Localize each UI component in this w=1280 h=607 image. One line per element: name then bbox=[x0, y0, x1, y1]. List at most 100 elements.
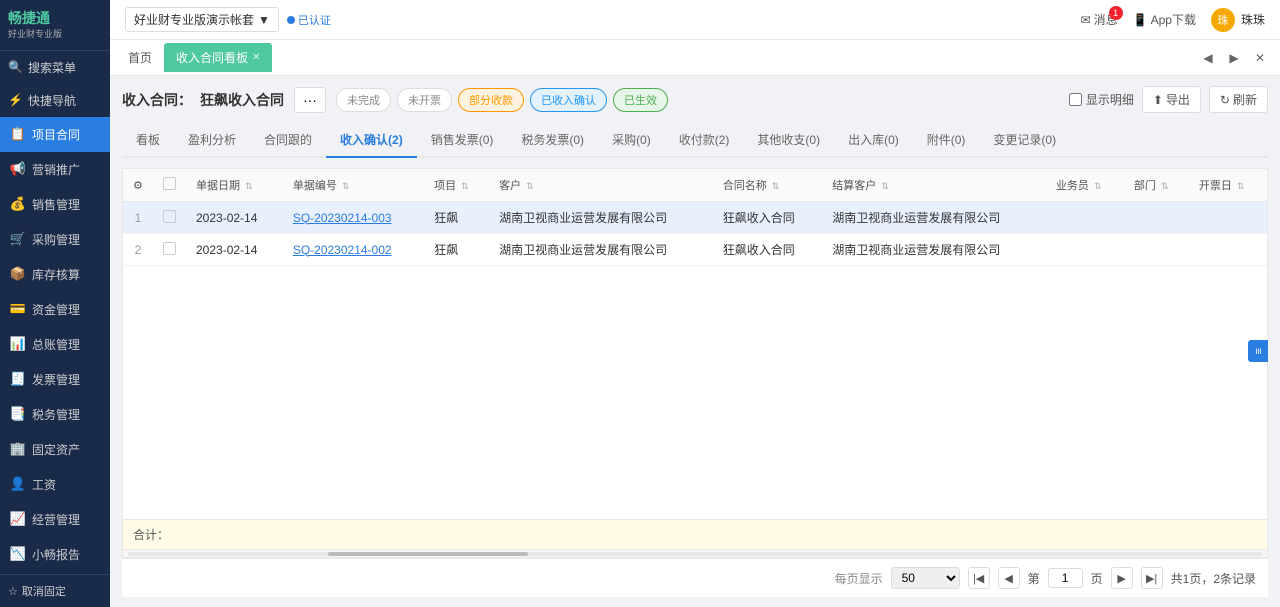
table-row[interactable]: 1 2023-02-14 SQ-20230214-003 狂飙 湖南卫视商业运营… bbox=[123, 202, 1267, 234]
horizontal-scrollbar[interactable] bbox=[123, 549, 1267, 557]
tab-profit[interactable]: 盈利分析 bbox=[174, 123, 250, 158]
export-icon: ⬆ bbox=[1153, 93, 1163, 107]
topbar-right: ✉ 消息 1 📱 App下载 珠 珠珠 bbox=[1081, 8, 1265, 32]
th-contract: 合同名称 ⇅ bbox=[713, 169, 822, 202]
tab-income-confirm[interactable]: 收入确认(2) bbox=[326, 123, 417, 158]
last-page-btn[interactable]: ▶| bbox=[1141, 567, 1163, 589]
row-contract-1: 狂飙收入合同 bbox=[713, 202, 822, 234]
company-selector[interactable]: 好业财专业版演示帐套 ▼ bbox=[125, 7, 279, 32]
per-page-select[interactable]: 50 100 200 bbox=[891, 567, 960, 589]
sidebar-item-hr[interactable]: 👤 工资 bbox=[0, 467, 110, 502]
sidebar-nav: 📋 项目合同 📢 营销推广 💰 销售管理 🛒 采购管理 📦 库存核算 💳 bbox=[0, 117, 110, 574]
sidebar-item-sales[interactable]: 💰 销售管理 bbox=[0, 187, 110, 222]
sidebar-item-report[interactable]: 📉 小畅报告 bbox=[0, 537, 110, 572]
next-page-btn[interactable]: ▶ bbox=[1111, 567, 1133, 589]
message-icon: ✉ bbox=[1081, 13, 1091, 27]
tab-sales-invoice[interactable]: 销售发票(0) bbox=[417, 123, 508, 158]
th-invoice-date: 开票日 ⇅ bbox=[1189, 169, 1267, 202]
tab-purchase[interactable]: 采购(0) bbox=[598, 123, 665, 158]
contract-title-name: 狂飙收入合同 bbox=[200, 90, 284, 110]
table-header-row: ⚙ 单据日期 ⇅ bbox=[123, 169, 1267, 202]
tabbar-controls: ◀ ▶ ✕ bbox=[1198, 48, 1270, 68]
tab-close-icon[interactable]: ✕ bbox=[252, 52, 260, 63]
refresh-button[interactable]: ↻ 刷新 bbox=[1209, 86, 1268, 113]
contract-tab[interactable]: 收入合同看板 ✕ bbox=[164, 43, 272, 72]
status-uninvoiced[interactable]: 未开票 bbox=[397, 88, 452, 112]
row-docnum-1[interactable]: SQ-20230214-003 bbox=[283, 202, 424, 234]
user-avatar: 珠 bbox=[1211, 8, 1235, 32]
sidebar-item-biz[interactable]: 📈 经营管理 bbox=[0, 502, 110, 537]
tab-label: 收入合同看板 bbox=[176, 49, 248, 66]
status-buttons: 未完成 未开票 部分收款 已收入确认 已生效 bbox=[336, 88, 668, 112]
tab-next-btn[interactable]: ▶ bbox=[1224, 48, 1244, 68]
logo-sub: 好业财专业版 bbox=[8, 27, 62, 40]
th-docnum: 单据编号 ⇅ bbox=[283, 169, 424, 202]
sidebar-item-marketing[interactable]: 📢 营销推广 bbox=[0, 152, 110, 187]
row-department-1 bbox=[1124, 202, 1189, 234]
tax-icon: 📑 bbox=[10, 406, 26, 422]
home-tab[interactable]: 首页 bbox=[120, 43, 160, 72]
more-button[interactable]: ··· bbox=[294, 87, 326, 113]
search-icon: 🔍 bbox=[8, 60, 23, 74]
status-effective[interactable]: 已生效 bbox=[613, 88, 668, 112]
table-container: ⚙ 单据日期 ⇅ bbox=[122, 168, 1268, 558]
main-area: 好业财专业版演示帐套 ▼ 已认证 ✉ 消息 1 📱 App下载 bbox=[110, 0, 1280, 607]
row-customer-1: 湖南卫视商业运营发展有限公司 bbox=[489, 202, 713, 234]
tab-other-income[interactable]: 其他收支(0) bbox=[743, 123, 834, 158]
status-confirmed[interactable]: 已收入确认 bbox=[530, 88, 607, 112]
page-input[interactable] bbox=[1048, 568, 1083, 588]
sidebar-item-assets[interactable]: 🏢 固定资产 bbox=[0, 432, 110, 467]
sidebar-item-funds[interactable]: 💳 资金管理 bbox=[0, 292, 110, 327]
table-row[interactable]: 2 2023-02-14 SQ-20230214-002 狂飙 湖南卫视商业运营… bbox=[123, 234, 1267, 266]
project-sort-icon: ⇅ bbox=[461, 181, 469, 191]
right-quick-action[interactable]: ≡ bbox=[1248, 340, 1268, 362]
status-incomplete[interactable]: 未完成 bbox=[336, 88, 391, 112]
row-docnum-2[interactable]: SQ-20230214-002 bbox=[283, 234, 424, 266]
row-checkbox-1[interactable] bbox=[153, 202, 186, 234]
department-sort-icon: ⇅ bbox=[1161, 181, 1169, 191]
sidebar-search[interactable]: 🔍 搜索菜单 bbox=[0, 51, 110, 84]
sidebar-item-project[interactable]: 📋 项目合同 bbox=[0, 117, 110, 152]
tab-outbound[interactable]: 出入库(0) bbox=[834, 123, 913, 158]
sidebar-item-invoice[interactable]: 🧾 发票管理 bbox=[0, 362, 110, 397]
sidebar: 畅捷通 好业财专业版 🔍 搜索菜单 ⚡ 快捷导航 📋 项目合同 📢 bbox=[0, 0, 110, 607]
table-scroll[interactable]: ⚙ 单据日期 ⇅ bbox=[123, 169, 1267, 519]
tab-close-all-btn[interactable]: ✕ bbox=[1250, 48, 1270, 68]
select-all-checkbox[interactable] bbox=[163, 177, 176, 190]
row-contract-2: 狂飙收入合同 bbox=[713, 234, 822, 266]
prev-page-btn[interactable]: ◀ bbox=[998, 567, 1020, 589]
settings-icon[interactable]: ⚙ bbox=[133, 180, 143, 192]
sidebar-bottom-pin[interactable]: ☆ 取消固定 bbox=[0, 574, 110, 607]
tab-payment[interactable]: 收付款(2) bbox=[665, 123, 744, 158]
per-page-label: 每页显示 bbox=[835, 570, 883, 587]
show-detail-checkbox[interactable]: 显示明细 bbox=[1069, 91, 1134, 108]
export-button[interactable]: ⬆ 导出 bbox=[1142, 86, 1201, 113]
row-salesperson-1 bbox=[1046, 202, 1124, 234]
sidebar-item-inventory[interactable]: 📦 库存核算 bbox=[0, 257, 110, 292]
page-label-text2: 页 bbox=[1091, 570, 1103, 587]
tab-contract-track[interactable]: 合同跟的 bbox=[250, 123, 326, 158]
status-partial-received[interactable]: 部分收款 bbox=[458, 88, 524, 112]
tabbar: 首页 收入合同看板 ✕ ◀ ▶ ✕ bbox=[110, 40, 1280, 76]
app-download-action[interactable]: 📱 App下载 bbox=[1133, 11, 1196, 28]
tab-change-log[interactable]: 变更记录(0) bbox=[979, 123, 1070, 158]
user-area: 珠 珠珠 bbox=[1211, 8, 1265, 32]
sidebar-item-general[interactable]: 📊 总账管理 bbox=[0, 327, 110, 362]
sidebar-item-tax[interactable]: 📑 税务管理 bbox=[0, 397, 110, 432]
message-action[interactable]: ✉ 消息 1 bbox=[1081, 11, 1118, 28]
sidebar-quicknav[interactable]: ⚡ 快捷导航 bbox=[0, 84, 110, 117]
tab-tax-invoice[interactable]: 税务发票(0) bbox=[507, 123, 598, 158]
verified-badge: 已认证 bbox=[287, 12, 331, 28]
row-checkbox-2[interactable] bbox=[153, 234, 186, 266]
tab-kanban[interactable]: 看板 bbox=[122, 123, 174, 158]
company-name: 好业财专业版演示帐套 bbox=[134, 11, 254, 28]
salesperson-sort-icon: ⇅ bbox=[1094, 181, 1102, 191]
message-badge: 1 bbox=[1109, 6, 1123, 20]
customer-sort-icon: ⇅ bbox=[526, 181, 534, 191]
sidebar-item-purchase[interactable]: 🛒 采购管理 bbox=[0, 222, 110, 257]
tab-prev-btn[interactable]: ◀ bbox=[1198, 48, 1218, 68]
tab-attachment[interactable]: 附件(0) bbox=[913, 123, 980, 158]
show-detail-input[interactable] bbox=[1069, 93, 1082, 106]
first-page-btn[interactable]: |◀ bbox=[968, 567, 990, 589]
scrollbar-thumb[interactable] bbox=[328, 552, 528, 556]
